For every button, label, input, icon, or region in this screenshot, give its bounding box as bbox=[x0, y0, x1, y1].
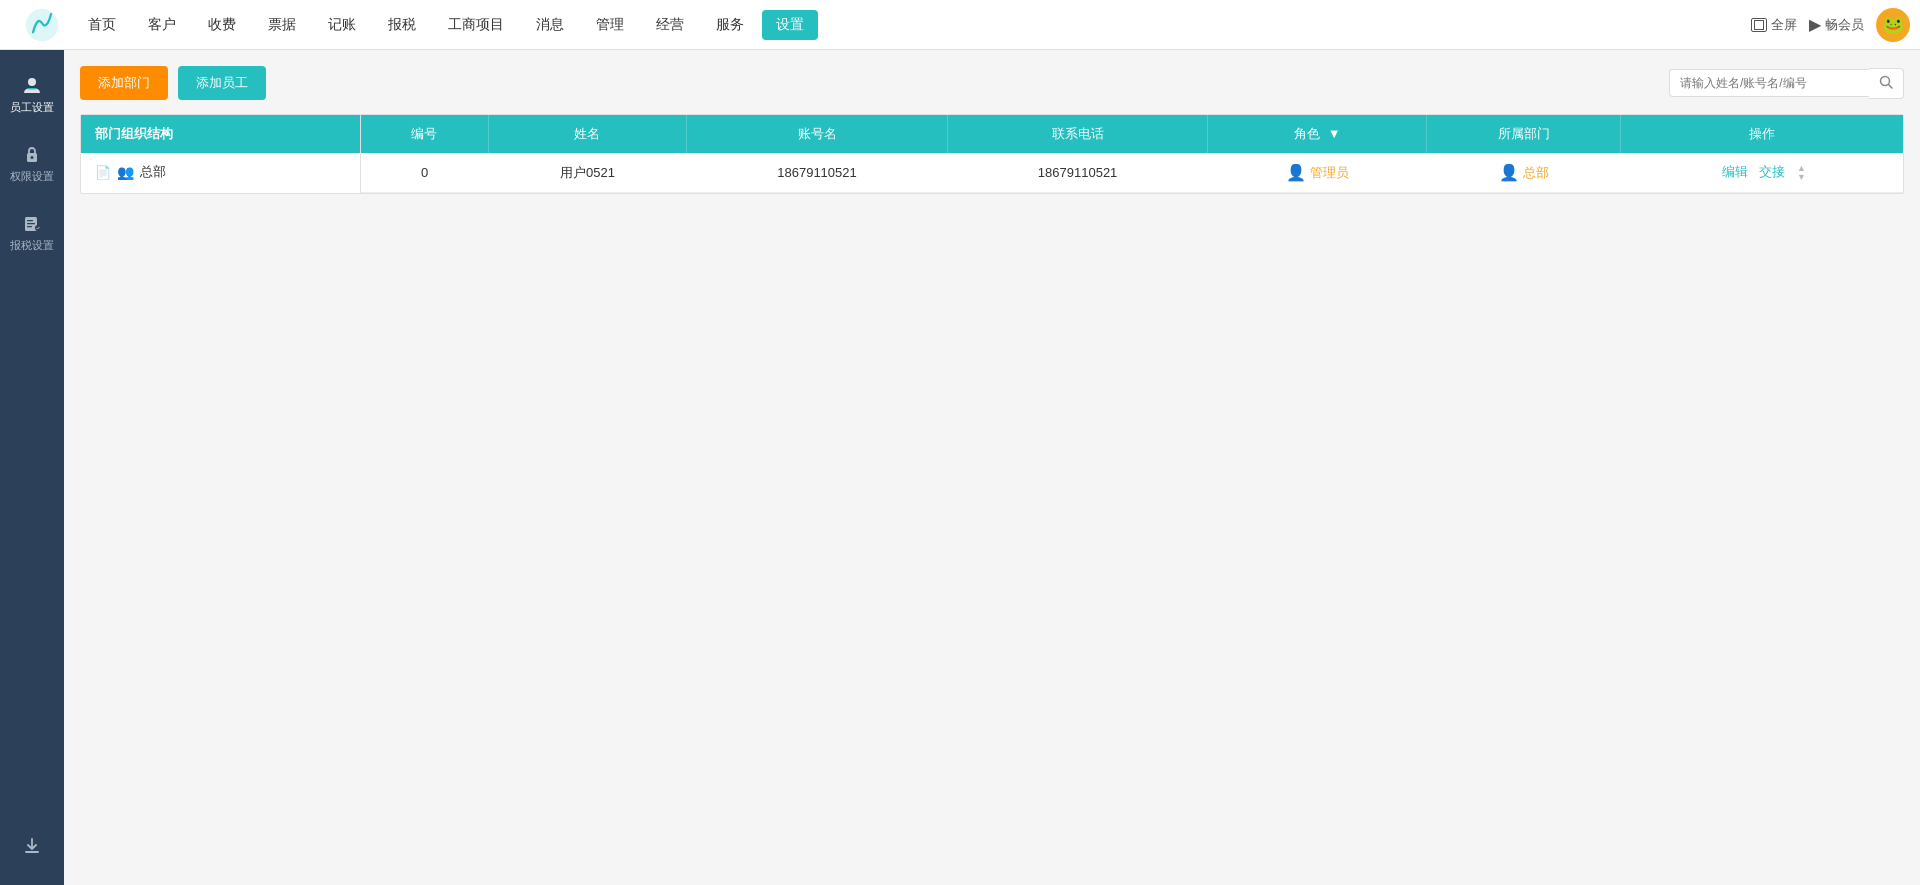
table-row: 0 用户0521 18679110521 18679110521 👤管理员 👤总… bbox=[361, 153, 1903, 193]
nav-item-首页[interactable]: 首页 bbox=[74, 10, 130, 40]
logo bbox=[10, 7, 74, 43]
col-header-id: 编号 bbox=[361, 115, 488, 153]
col-header-action: 操作 bbox=[1621, 115, 1903, 153]
nav-item-消息[interactable]: 消息 bbox=[522, 10, 578, 40]
add-dept-button[interactable]: 添加部门 bbox=[80, 66, 168, 100]
nav-item-报税[interactable]: 报税 bbox=[374, 10, 430, 40]
cell-actions: 编辑 交接 ▲ ▼ bbox=[1621, 153, 1903, 193]
table-header-row: 编号 姓名 账号名 联系电话 角 bbox=[361, 115, 1903, 153]
col-header-name: 姓名 bbox=[488, 115, 687, 153]
tree-header: 部门组织结构 bbox=[81, 115, 360, 153]
svg-line-12 bbox=[1889, 84, 1893, 88]
sidebar-item-tax[interactable]: 报税设置 bbox=[0, 198, 64, 267]
tree-item-root-label: 总部 bbox=[140, 163, 166, 181]
sidebar-item-download[interactable] bbox=[15, 821, 49, 871]
scroll-arrows: ▲ ▼ bbox=[1797, 164, 1806, 182]
nav-items: 首页客户收费票据记账报税工商项目消息管理经营服务设置 bbox=[74, 10, 1751, 40]
svg-rect-1 bbox=[1755, 20, 1764, 29]
file-icon: 📄 bbox=[95, 165, 111, 180]
svg-rect-9 bbox=[27, 226, 32, 227]
col-header-dept: 所属部门 bbox=[1427, 115, 1621, 153]
toolbar-row: 添加部门 添加员工 bbox=[80, 66, 1904, 100]
col-header-account: 账号名 bbox=[687, 115, 948, 153]
sidebar-item-employee[interactable]: 员工设置 bbox=[0, 60, 64, 129]
search-area bbox=[1669, 68, 1904, 99]
filter-icon[interactable]: ▼ bbox=[1328, 126, 1341, 141]
svg-rect-7 bbox=[27, 220, 33, 221]
user-avatar[interactable]: 🐸 bbox=[1876, 8, 1910, 42]
add-employee-button[interactable]: 添加员工 bbox=[178, 66, 266, 100]
nav-item-客户[interactable]: 客户 bbox=[134, 10, 190, 40]
col-header-role: 角色 ▼ bbox=[1208, 115, 1427, 153]
download-icon bbox=[21, 835, 43, 857]
fullscreen-label: 全屏 bbox=[1771, 16, 1797, 34]
tree-item-root[interactable]: 📄 👥 总部 bbox=[81, 153, 360, 191]
layout: 员工设置 权限设置 bbox=[0, 50, 1920, 885]
sidebar-bottom bbox=[15, 821, 49, 885]
search-button[interactable] bbox=[1869, 68, 1904, 99]
nav-item-工商项目[interactable]: 工商项目 bbox=[434, 10, 518, 40]
svg-point-2 bbox=[28, 78, 36, 86]
sidebar: 员工设置 权限设置 bbox=[0, 50, 64, 885]
sidebar-item-permission-label: 权限设置 bbox=[10, 169, 54, 184]
table-panel: 编号 姓名 账号名 联系电话 角 bbox=[361, 115, 1903, 193]
user-group-icon: 👥 bbox=[117, 164, 134, 180]
col-header-phone: 联系电话 bbox=[947, 115, 1208, 153]
cell-role: 👤管理员 bbox=[1208, 153, 1427, 193]
tree-panel: 部门组织结构 📄 👥 总部 bbox=[81, 115, 361, 193]
employee-icon bbox=[21, 74, 43, 96]
cell-account: 18679110521 bbox=[687, 153, 948, 193]
tax-icon bbox=[21, 212, 43, 234]
nav-item-服务[interactable]: 服务 bbox=[702, 10, 758, 40]
cell-id: 0 bbox=[361, 153, 488, 193]
nav-item-设置[interactable]: 设置 bbox=[762, 10, 818, 40]
svg-point-5 bbox=[31, 156, 34, 159]
vip-icon: ▶ bbox=[1809, 15, 1821, 34]
top-navigation: 首页客户收费票据记账报税工商项目消息管理经营服务设置 全屏 ▶ 畅会员 🐸 bbox=[0, 0, 1920, 50]
fullscreen-button[interactable]: 全屏 bbox=[1751, 16, 1797, 34]
search-icon bbox=[1879, 75, 1893, 89]
sidebar-item-tax-label: 报税设置 bbox=[10, 238, 54, 253]
employee-table: 编号 姓名 账号名 联系电话 角 bbox=[361, 115, 1903, 193]
right-area: 全屏 ▶ 畅会员 🐸 bbox=[1751, 8, 1910, 42]
nav-item-记账[interactable]: 记账 bbox=[314, 10, 370, 40]
vip-label: 畅会员 bbox=[1825, 16, 1864, 34]
edit-action[interactable]: 编辑 bbox=[1722, 164, 1748, 179]
nav-item-收费[interactable]: 收费 bbox=[194, 10, 250, 40]
fullscreen-icon bbox=[1751, 18, 1767, 32]
cell-name: 用户0521 bbox=[488, 153, 687, 193]
main-content: 添加部门 添加员工 部门组织结构 📄 👥 bbox=[64, 50, 1920, 885]
svg-rect-8 bbox=[27, 223, 35, 224]
search-input[interactable] bbox=[1669, 69, 1869, 97]
nav-item-经营[interactable]: 经营 bbox=[642, 10, 698, 40]
sidebar-item-employee-label: 员工设置 bbox=[10, 100, 54, 115]
vip-button[interactable]: ▶ 畅会员 bbox=[1809, 15, 1864, 34]
nav-item-票据[interactable]: 票据 bbox=[254, 10, 310, 40]
sidebar-item-permission[interactable]: 权限设置 bbox=[0, 129, 64, 198]
toolbar-buttons: 添加部门 添加员工 bbox=[80, 66, 266, 100]
svg-rect-3 bbox=[28, 88, 36, 90]
transfer-action[interactable]: 交接 bbox=[1759, 164, 1785, 179]
content-area: 部门组织结构 📄 👥 总部 编号 姓 bbox=[80, 114, 1904, 194]
cell-phone: 18679110521 bbox=[947, 153, 1208, 193]
nav-item-管理[interactable]: 管理 bbox=[582, 10, 638, 40]
cell-dept: 👤总部 bbox=[1427, 153, 1621, 193]
permission-icon bbox=[21, 143, 43, 165]
